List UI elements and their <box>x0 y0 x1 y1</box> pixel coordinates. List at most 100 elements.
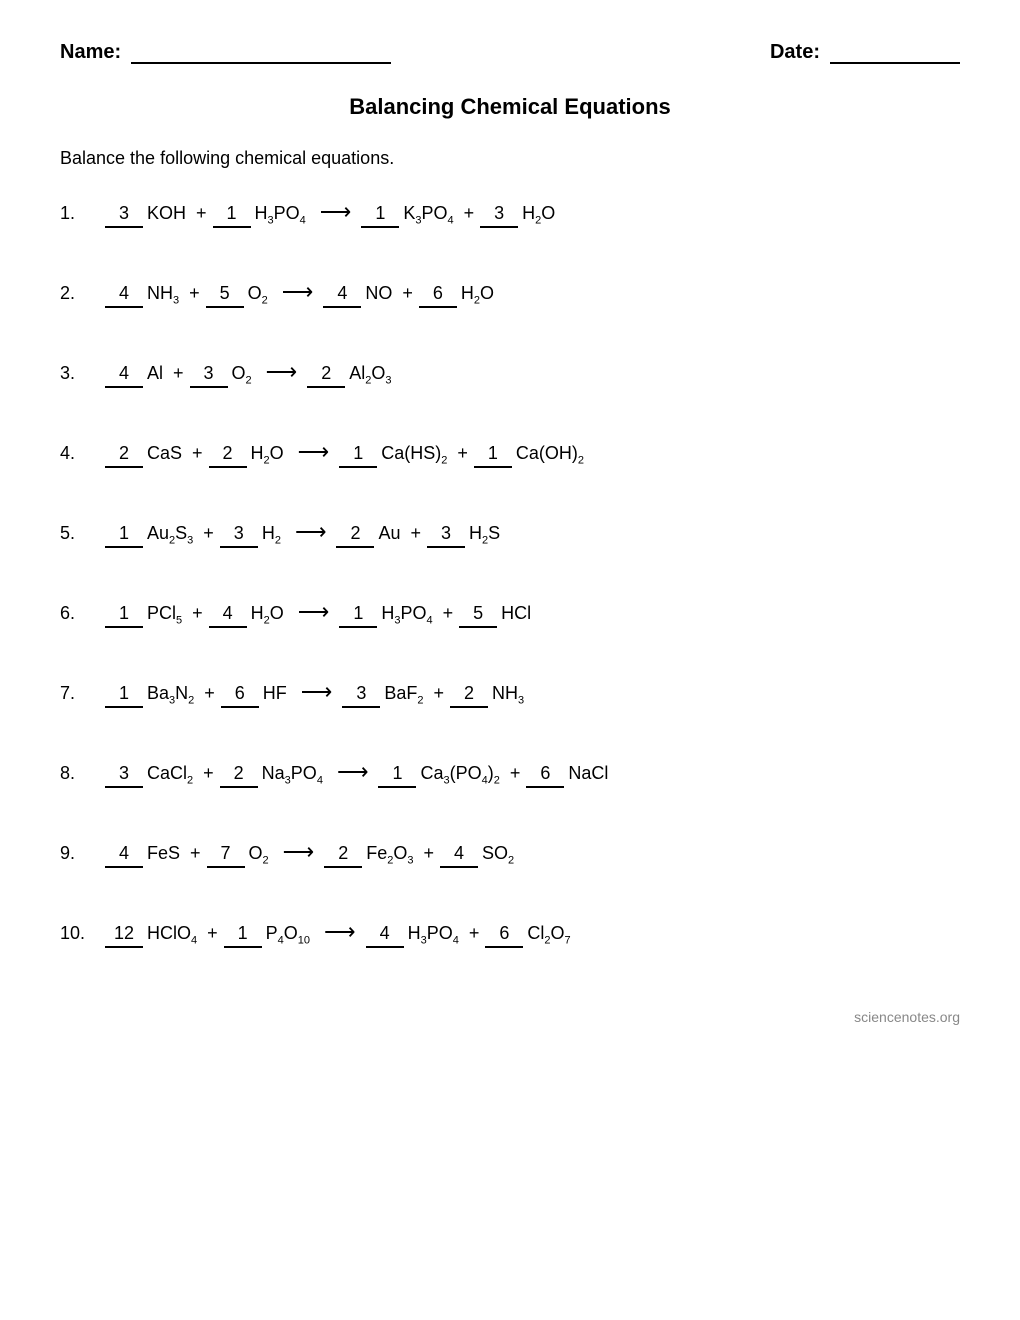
eq-num-10: 10. <box>60 923 105 944</box>
arrow-eq8: ⟶ <box>337 759 369 785</box>
coeff-1-eq2: 4 <box>105 283 143 308</box>
equation-row-8: 8.3CaCl2+2Na3PO4⟶1Ca3(PO4)2+6NaCl <box>60 759 960 809</box>
name-line <box>131 40 391 64</box>
coeff-1-eq9: 4 <box>105 843 143 868</box>
arrow-eq4: ⟶ <box>298 439 330 465</box>
eq-num-4: 4. <box>60 443 105 464</box>
coeff-4-eq4: 1 <box>474 443 512 468</box>
reactant-2-eq9: O2 <box>249 843 269 867</box>
plus-2-eq6: + <box>443 603 454 624</box>
reactant-2-eq2: O2 <box>248 283 268 307</box>
arrow-eq2: ⟶ <box>282 279 314 305</box>
equation-row-10: 10.12HClO4+1P4O10⟶4H3PO4+6Cl2O7 <box>60 919 960 969</box>
coeff-2-eq1: 1 <box>213 203 251 228</box>
equation-row-4: 4.2CaS+2H2O⟶1Ca(HS)2+1Ca(OH)2 <box>60 439 960 489</box>
coeff-3-eq10: 4 <box>366 923 404 948</box>
plus-1-eq10: + <box>207 923 218 944</box>
product-2-eq2: H2O <box>461 283 494 307</box>
reactant-2-eq5: H2 <box>262 523 281 547</box>
plus-1-eq6: + <box>192 603 203 624</box>
reactant-2-eq4: H2O <box>251 443 284 467</box>
product-1-eq10: H3PO4 <box>408 923 459 947</box>
coeff-1-eq3: 4 <box>105 363 143 388</box>
coeff-4-eq9: 4 <box>440 843 478 868</box>
coeff-3-eq8: 1 <box>378 763 416 788</box>
coeff-3-eq6: 1 <box>339 603 377 628</box>
coeff-4-eq5: 3 <box>427 523 465 548</box>
product-1-eq3: Al2O3 <box>349 363 391 387</box>
eq-num-7: 7. <box>60 683 105 704</box>
plus-2-eq7: + <box>433 683 444 704</box>
eq-num-1: 1. <box>60 203 105 224</box>
product-1-eq9: Fe2O3 <box>366 843 413 867</box>
equation-row-1: 1.3KOH+1H3PO4⟶1K3PO4+3H2O <box>60 199 960 249</box>
eq-num-2: 2. <box>60 283 105 304</box>
product-2-eq5: H2S <box>469 523 500 547</box>
equation-row-9: 9.4FeS+7O2⟶2Fe2O3+4SO2 <box>60 839 960 889</box>
plus-1-eq9: + <box>190 843 201 864</box>
reactant-2-eq1: H3PO4 <box>255 203 306 227</box>
arrow-eq10: ⟶ <box>324 919 356 945</box>
arrow-eq9: ⟶ <box>283 839 315 865</box>
coeff-1-eq7: 1 <box>105 683 143 708</box>
product-1-eq6: H3PO4 <box>381 603 432 627</box>
coeff-2-eq6: 4 <box>209 603 247 628</box>
coeff-3-eq4: 1 <box>339 443 377 468</box>
product-1-eq2: NO <box>365 283 392 304</box>
reactant-2-eq10: P4O10 <box>266 923 310 947</box>
coeff-1-eq4: 2 <box>105 443 143 468</box>
plus-2-eq5: + <box>411 523 422 544</box>
product-2-eq7: NH3 <box>492 683 524 707</box>
coeff-2-eq10: 1 <box>224 923 262 948</box>
plus-1-eq8: + <box>203 763 214 784</box>
product-2-eq6: HCl <box>501 603 531 624</box>
coeff-4-eq2: 6 <box>419 283 457 308</box>
coeff-3-eq1: 1 <box>361 203 399 228</box>
coeff-4-eq6: 5 <box>459 603 497 628</box>
reactant-2-eq8: Na3PO4 <box>262 763 323 787</box>
plus-2-eq9: + <box>424 843 435 864</box>
reactant-1-eq5: Au2S3 <box>147 523 193 547</box>
reactant-1-eq4: CaS <box>147 443 182 464</box>
coeff-2-eq7: 6 <box>221 683 259 708</box>
reactant-2-eq7: HF <box>263 683 287 704</box>
product-1-eq1: K3PO4 <box>403 203 453 227</box>
arrow-eq3: ⟶ <box>266 359 298 385</box>
plus-1-eq1: + <box>196 203 207 224</box>
equation-row-7: 7.1Ba3N2+6HF⟶3BaF2+2NH3 <box>60 679 960 729</box>
coeff-1-eq10: 12 <box>105 923 143 948</box>
equation-row-2: 2.4NH3+5O2⟶4NO+6H2O <box>60 279 960 329</box>
product-2-eq8: NaCl <box>568 763 608 784</box>
instructions: Balance the following chemical equations… <box>60 148 960 169</box>
plus-1-eq4: + <box>192 443 203 464</box>
name-field: Name: <box>60 40 391 64</box>
coeff-3-eq3: 2 <box>307 363 345 388</box>
reactant-1-eq3: Al <box>147 363 163 384</box>
reactant-1-eq1: KOH <box>147 203 186 224</box>
product-2-eq9: SO2 <box>482 843 514 867</box>
arrow-eq6: ⟶ <box>298 599 330 625</box>
coeff-4-eq8: 6 <box>526 763 564 788</box>
plus-2-eq2: + <box>402 283 413 304</box>
product-1-eq8: Ca3(PO4)2 <box>420 763 499 787</box>
name-label: Name: <box>60 41 121 64</box>
coeff-4-eq10: 6 <box>485 923 523 948</box>
coeff-1-eq1: 3 <box>105 203 143 228</box>
arrow-eq1: ⟶ <box>320 199 352 225</box>
plus-1-eq3: + <box>173 363 184 384</box>
arrow-eq5: ⟶ <box>295 519 327 545</box>
coeff-2-eq3: 3 <box>190 363 228 388</box>
reactant-1-eq2: NH3 <box>147 283 179 307</box>
plus-2-eq4: + <box>457 443 468 464</box>
product-1-eq4: Ca(HS)2 <box>381 443 447 467</box>
coeff-4-eq1: 3 <box>480 203 518 228</box>
reactant-1-eq9: FeS <box>147 843 180 864</box>
plus-2-eq8: + <box>510 763 521 784</box>
footer: sciencenotes.org <box>60 1009 960 1025</box>
coeff-1-eq5: 1 <box>105 523 143 548</box>
reactant-1-eq6: PCl5 <box>147 603 182 627</box>
reactant-2-eq3: O2 <box>232 363 252 387</box>
product-2-eq4: Ca(OH)2 <box>516 443 584 467</box>
header: Name: Date: <box>60 40 960 64</box>
equation-row-5: 5.1Au2S3+3H2⟶2Au+3H2S <box>60 519 960 569</box>
